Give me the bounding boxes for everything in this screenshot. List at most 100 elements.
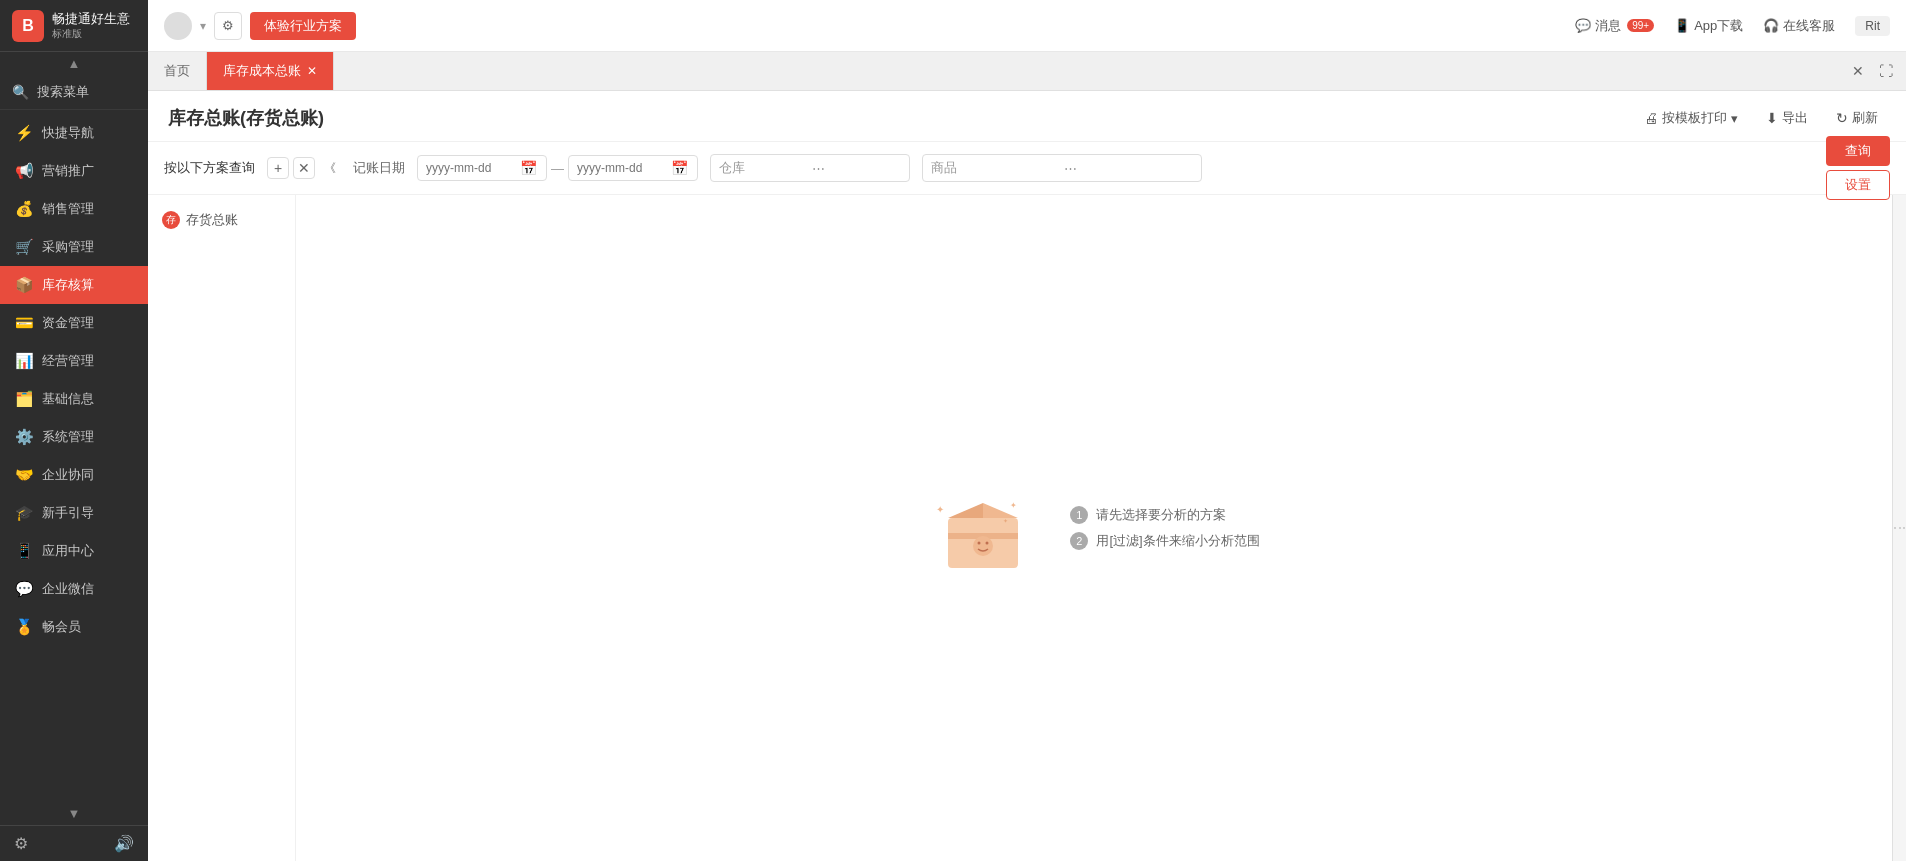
message-btn[interactable]: 💬 消息 99+ — [1575, 17, 1654, 35]
refresh-icon: ↻ — [1836, 110, 1848, 126]
industry-btn[interactable]: 体验行业方案 — [250, 12, 356, 40]
tab-inventory-cost[interactable]: 库存成本总账 ✕ — [207, 52, 334, 90]
svg-point-5 — [978, 542, 981, 545]
tab-close-icon[interactable]: ✕ — [307, 64, 317, 78]
data-area: ✦ ✦ ✦ 1 请先选择要分析的方案 2 用[过滤]条件来缩 — [296, 195, 1892, 861]
sidebar: B 畅捷通好生意 标准版 ▲ 🔍 搜索菜单 ⚡快捷导航📢营销推广💰销售管理🛒采购… — [0, 0, 148, 861]
logo-text: 畅捷通好生意 标准版 — [52, 11, 130, 41]
online-service-btn[interactable]: 🎧 在线客服 — [1763, 17, 1835, 35]
filter-bar: 按以下方案查询 + ✕ 《 记账日期 📅 — 📅 仓库 — [148, 142, 1906, 195]
sidebar-item-appstore[interactable]: 📱应用中心 — [0, 532, 148, 570]
scheme-item-inventory-ledger[interactable]: 存 存货总账 — [148, 203, 295, 237]
sidebar-item-purchase[interactable]: 🛒采购管理 — [0, 228, 148, 266]
filter-add-btn[interactable]: + — [267, 157, 289, 179]
sidebar-item-sales[interactable]: 💰销售管理 — [0, 190, 148, 228]
newbie-icon: 🎓 — [14, 504, 34, 522]
sidebar-item-basic[interactable]: 🗂️基础信息 — [0, 380, 148, 418]
goods-more-icon[interactable]: ⋯ — [1064, 161, 1193, 176]
purchase-icon: 🛒 — [14, 238, 34, 256]
message-icon: 💬 — [1575, 18, 1591, 33]
filter-action-btns: + ✕ 《 — [267, 157, 341, 179]
sidebar-item-newbie[interactable]: 🎓新手引导 — [0, 494, 148, 532]
svg-text:✦: ✦ — [936, 504, 944, 515]
settings-btn[interactable]: 设置 — [1826, 170, 1890, 200]
export-icon: ⬇ — [1766, 110, 1778, 126]
filter-del-btn[interactable]: ✕ — [293, 157, 315, 179]
goods-select[interactable]: 商品 ⋯ — [922, 154, 1202, 182]
tab-close-window-btn[interactable]: ✕ — [1846, 59, 1870, 83]
sidebar-item-inventory[interactable]: 📦库存核算 — [0, 266, 148, 304]
content-area: 库存总账(存货总账) 🖨 按模板打印 ▾ ⬇ 导出 ↻ 刷新 按以下方案查询 — [148, 91, 1906, 861]
audio-icon[interactable]: 🔊 — [114, 834, 134, 853]
message-badge: 99+ — [1627, 19, 1654, 32]
date-range-group: 📅 — 📅 — [417, 155, 698, 181]
search-menu-btn[interactable]: 🔍 搜索菜单 — [0, 75, 148, 110]
user-name[interactable]: Rit — [1855, 16, 1890, 36]
print-btn[interactable]: 🖨 按模板打印 ▾ — [1636, 105, 1746, 131]
tab-expand-btn[interactable]: ⛶ — [1874, 59, 1898, 83]
scroll-down-btn[interactable]: ▼ — [0, 802, 148, 825]
page-actions: 🖨 按模板打印 ▾ ⬇ 导出 ↻ 刷新 — [1636, 105, 1886, 131]
sidebar-item-finance[interactable]: 💳资金管理 — [0, 304, 148, 342]
date-start-field[interactable] — [426, 161, 516, 175]
export-btn[interactable]: ⬇ 导出 — [1758, 105, 1816, 131]
app-download-btn[interactable]: 📱 App下载 — [1674, 17, 1743, 35]
page-header: 库存总账(存货总账) 🖨 按模板打印 ▾ ⬇ 导出 ↻ 刷新 — [148, 91, 1906, 142]
calendar-end-icon[interactable]: 📅 — [671, 160, 688, 176]
date-dash: — — [551, 161, 564, 176]
filter-label: 按以下方案查询 — [164, 159, 255, 177]
svg-text:✦: ✦ — [1010, 501, 1017, 510]
tab-bar: 首页 库存成本总账 ✕ ✕ ⛶ — [148, 52, 1906, 91]
sidebar-item-enterprise[interactable]: 🤝企业协同 — [0, 456, 148, 494]
filter-layout: 存 存货总账 — [148, 195, 1906, 861]
svg-marker-1 — [948, 503, 983, 518]
tip-text-2: 用[过滤]条件来缩小分析范围 — [1096, 532, 1259, 550]
filter-collapse-btn[interactable]: 《 — [319, 157, 341, 179]
user-dropdown-arrow[interactable]: ▾ — [200, 19, 206, 33]
sidebar-item-system[interactable]: ⚙️系统管理 — [0, 418, 148, 456]
tip-item-1: 1 请先选择要分析的方案 — [1070, 506, 1259, 524]
inventory-icon: 📦 — [14, 276, 34, 294]
scroll-up-btn[interactable]: ▲ — [0, 52, 148, 75]
refresh-btn[interactable]: ↻ 刷新 — [1828, 105, 1886, 131]
empty-tips: 1 请先选择要分析的方案 2 用[过滤]条件来缩小分析范围 — [1070, 506, 1259, 550]
tab-home[interactable]: 首页 — [148, 52, 207, 90]
resize-handle[interactable]: ⋮ — [1893, 522, 1907, 534]
page-title: 库存总账(存货总账) — [168, 106, 324, 130]
sales-icon: 💰 — [14, 200, 34, 218]
query-btn[interactable]: 查询 — [1826, 136, 1890, 166]
headset-icon: 🎧 — [1763, 18, 1779, 33]
sidebar-item-wechat[interactable]: 💬企业微信 — [0, 570, 148, 608]
svg-point-4 — [973, 536, 993, 556]
basic-icon: 🗂️ — [14, 390, 34, 408]
tip-num-1: 1 — [1070, 506, 1088, 524]
date-field-label: 记账日期 — [353, 159, 405, 177]
date-start-input[interactable]: 📅 — [417, 155, 547, 181]
svg-point-6 — [986, 542, 989, 545]
warehouse-placeholder: 仓库 — [719, 159, 808, 177]
marketing-icon: 📢 — [14, 162, 34, 180]
finance-icon: 💳 — [14, 314, 34, 332]
calendar-start-icon[interactable]: 📅 — [520, 160, 537, 176]
tip-text-1: 请先选择要分析的方案 — [1096, 506, 1226, 524]
sidebar-item-quick-nav[interactable]: ⚡快捷导航 — [0, 114, 148, 152]
sidebar-item-operation[interactable]: 📊经营管理 — [0, 342, 148, 380]
sidebar-item-member[interactable]: 🏅畅会员 — [0, 608, 148, 646]
appstore-icon: 📱 — [14, 542, 34, 560]
warehouse-select[interactable]: 仓库 ⋯ — [710, 154, 910, 182]
date-end-input[interactable]: 📅 — [568, 155, 698, 181]
sidebar-item-marketing[interactable]: 📢营销推广 — [0, 152, 148, 190]
scheme-item-label: 存货总账 — [186, 211, 238, 229]
gear-btn[interactable]: ⚙ — [214, 12, 242, 40]
svg-text:✦: ✦ — [1003, 518, 1008, 524]
top-bar-left: ▾ ⚙ 体验行业方案 — [164, 12, 1575, 40]
settings-icon[interactable]: ⚙ — [14, 834, 28, 853]
system-icon: ⚙️ — [14, 428, 34, 446]
date-end-field[interactable] — [577, 161, 667, 175]
member-icon: 🏅 — [14, 618, 34, 636]
wechat-icon: 💬 — [14, 580, 34, 598]
warehouse-more-icon[interactable]: ⋯ — [812, 161, 901, 176]
top-bar-right: 💬 消息 99+ 📱 App下载 🎧 在线客服 Rit — [1575, 16, 1890, 36]
operation-icon: 📊 — [14, 352, 34, 370]
tip-item-2: 2 用[过滤]条件来缩小分析范围 — [1070, 532, 1259, 550]
